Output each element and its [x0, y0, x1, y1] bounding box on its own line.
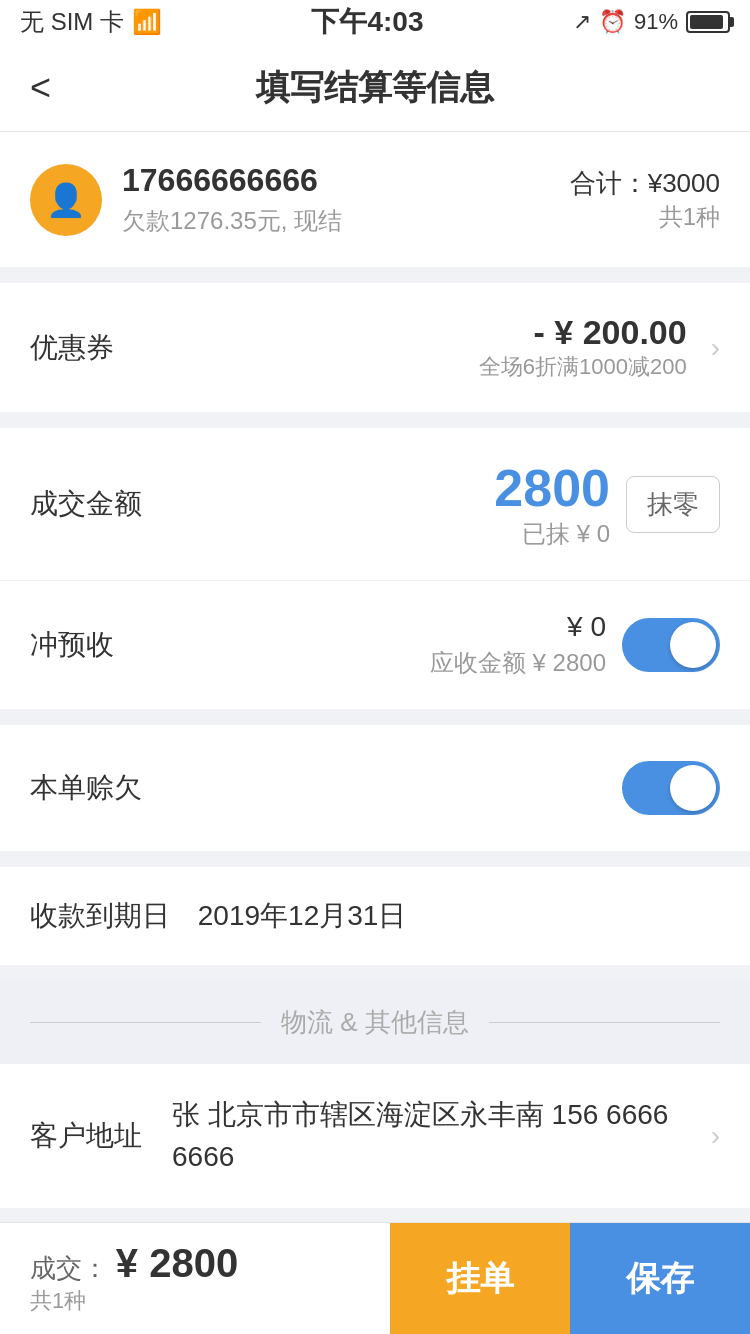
coupon-desc: 全场6折满1000减200 [479, 352, 687, 382]
status-right: ↗ ⏰ 91% [573, 9, 730, 35]
avatar: 👤 [30, 164, 102, 236]
user-phone: 17666666666 [122, 162, 342, 199]
deal-amount-label: 成交金额 [30, 485, 142, 523]
user-total: 合计：¥3000 共1种 [570, 166, 720, 233]
chong-values: ¥ 0 应收金额 ¥ 2800 [430, 611, 606, 679]
bottom-amount: ¥ 2800 [116, 1241, 238, 1285]
coupon-values: - ¥ 200.00 全场6折满1000减200 [479, 313, 687, 382]
nav-bar: < 填写结算等信息 [0, 44, 750, 132]
status-bar: 无 SIM 卡 📶 下午4:03 ↗ ⏰ 91% [0, 0, 750, 44]
chong-label: 冲预收 [30, 626, 114, 664]
back-button[interactable]: < [20, 57, 61, 119]
sheqian-row: 本单赊欠 [0, 725, 750, 851]
coupon-label: 优惠券 [30, 329, 114, 367]
coupon-section: 优惠券 - ¥ 200.00 全场6折满1000减200 › [0, 283, 750, 412]
divider-text: 物流 & 其他信息 [281, 1005, 469, 1040]
coupon-value: - ¥ 200.00 [479, 313, 687, 352]
date-row: 收款到期日 2019年12月31日 [0, 867, 750, 965]
bottom-deal-label: 成交： [30, 1253, 108, 1283]
deal-amount-sub: 已抹 ¥ 0 [494, 518, 610, 550]
user-subtext: 欠款1276.35元, 现结 [122, 205, 342, 237]
chong-amount: ¥ 0 [567, 611, 606, 643]
chevron-right-icon: › [711, 332, 720, 364]
chong-toggle[interactable] [622, 618, 720, 672]
chong-row: 冲预收 ¥ 0 应收金额 ¥ 2800 [0, 581, 750, 709]
user-card: 👤 17666666666 欠款1276.35元, 现结 合计：¥3000 共1… [0, 132, 750, 267]
total-label: 合计：¥3000 [570, 166, 720, 201]
carrier-text: 无 SIM 卡 [20, 6, 124, 38]
bottom-info: 成交： ¥ 2800 共1种 [0, 1241, 390, 1316]
address-value: 张 北京市市辖区海淀区永丰南 156 6666 6666 [172, 1094, 681, 1178]
sheqian-toggle[interactable] [622, 761, 720, 815]
page-title: 填写结算等信息 [256, 65, 494, 111]
wifi-icon: 📶 [132, 8, 162, 36]
address-chevron-icon: › [711, 1120, 720, 1152]
user-info-left: 👤 17666666666 欠款1276.35元, 现结 [30, 162, 342, 237]
deal-amount-values: 2800 已抹 ¥ 0 [494, 458, 610, 550]
deal-section: 成交金额 2800 已抹 ¥ 0 抹零 冲预收 ¥ 0 应收金额 ¥ 2800 [0, 428, 750, 709]
deal-amount-row: 成交金额 2800 已抹 ¥ 0 抹零 [0, 428, 750, 581]
main-content: 👤 17666666666 欠款1276.35元, 现结 合计：¥3000 共1… [0, 132, 750, 1334]
address-row[interactable]: 客户地址 张 北京市市辖区海淀区永丰南 156 6666 6666 › [0, 1064, 750, 1208]
date-label: 收款到期日 [30, 900, 170, 931]
status-left: 无 SIM 卡 📶 [20, 6, 162, 38]
battery-icon [686, 11, 730, 33]
battery-percent: 91% [634, 9, 678, 35]
sheqian-section: 本单赊欠 [0, 725, 750, 851]
bottom-deal-line: 成交： ¥ 2800 [30, 1241, 360, 1286]
address-label: 客户地址 [30, 1117, 142, 1155]
date-value: 2019年12月31日 [198, 900, 407, 931]
status-time: 下午4:03 [311, 3, 423, 41]
deal-amount-right: 2800 已抹 ¥ 0 抹零 [494, 458, 720, 550]
bottom-count: 共1种 [30, 1286, 360, 1316]
location-icon: ↗ [573, 9, 591, 35]
hang-button[interactable]: 挂单 [390, 1223, 570, 1335]
chong-sub: 应收金额 ¥ 2800 [430, 647, 606, 679]
avatar-char: 👤 [46, 181, 86, 219]
maling-button[interactable]: 抹零 [626, 476, 720, 533]
chong-right-area: ¥ 0 应收金额 ¥ 2800 [430, 611, 720, 679]
deal-amount-number: 2800 [494, 458, 610, 518]
sheqian-label: 本单赊欠 [30, 769, 142, 807]
alarm-icon: ⏰ [599, 9, 626, 35]
save-button[interactable]: 保存 [570, 1223, 750, 1335]
bottom-bar: 成交： ¥ 2800 共1种 挂单 保存 [0, 1222, 750, 1334]
user-details: 17666666666 欠款1276.35元, 现结 [122, 162, 342, 237]
battery-fill [690, 15, 723, 29]
coupon-right: - ¥ 200.00 全场6折满1000减200 › [479, 313, 720, 382]
coupon-row[interactable]: 优惠券 - ¥ 200.00 全场6折满1000减200 › [0, 283, 750, 412]
total-count: 共1种 [570, 201, 720, 233]
section-divider: 物流 & 其他信息 [0, 981, 750, 1064]
